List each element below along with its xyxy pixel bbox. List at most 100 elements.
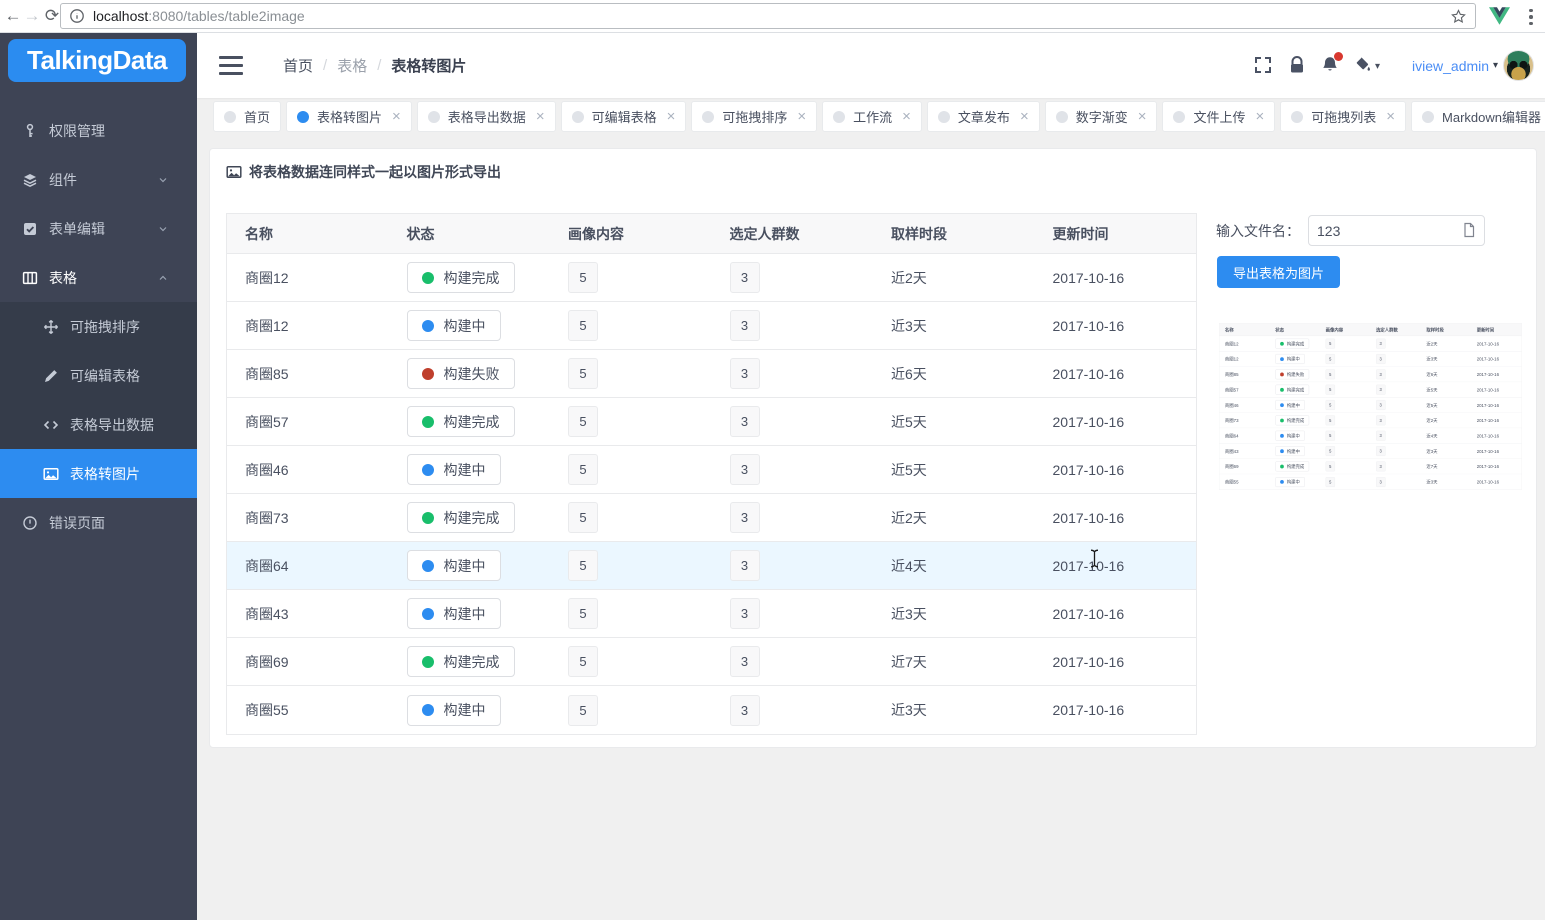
- cell-updated: 2017-10-16: [1052, 605, 1125, 622]
- sidebar-item-export-data[interactable]: 表格导出数据: [0, 400, 197, 449]
- table-row[interactable]: 商圈85 构建失败 5 3 近6天 2017-10-16: [227, 350, 1196, 398]
- status-label: 构建中: [443, 557, 486, 574]
- table-row: 商圈85 构建失败 5 3 近6天 2017-10-16: [1219, 366, 1522, 383]
- card-title-text: 将表格数据连同样式一起以图片形式导出: [249, 164, 501, 180]
- sidebar-item-drag-sort[interactable]: 可拖拽排序: [0, 302, 197, 351]
- filename-input[interactable]: [1308, 215, 1485, 246]
- browser-menu-icon[interactable]: [1524, 7, 1538, 27]
- username[interactable]: iview_admin: [1412, 58, 1489, 74]
- preview-mini-table: 名称 状态 画像内容 选定人群数 取样时段 更新时间 商圈12 构建完成 5 3 近2天 2017-1…: [1219, 323, 1522, 490]
- table-row[interactable]: 商圈12 构建中 5 3 近3天 2017-10-16: [227, 302, 1196, 350]
- status-badge: 构建失败: [1275, 369, 1309, 380]
- portrait-count-box: 5: [568, 406, 598, 437]
- tab-可拖拽列表[interactable]: 可拖拽列表 ×: [1280, 101, 1407, 132]
- portrait-count-box: 5: [568, 454, 598, 485]
- tab-表格导出数据[interactable]: 表格导出数据 ×: [416, 101, 556, 132]
- caret-down-icon[interactable]: ▾: [1493, 60, 1498, 71]
- cell-name: 商圈57: [1224, 387, 1239, 393]
- tab-可拖拽排序[interactable]: 可拖拽排序 ×: [691, 101, 818, 132]
- portrait-count-box: 5: [1325, 400, 1335, 410]
- lock-icon[interactable]: [1287, 55, 1307, 75]
- breadcrumb-home[interactable]: 首页: [283, 55, 313, 76]
- tab-文件上传[interactable]: 文件上传 ×: [1162, 101, 1276, 132]
- cell-status: 构建中: [1270, 476, 1320, 487]
- table-row[interactable]: 商圈73 构建完成 5 3 近2天 2017-10-16: [227, 494, 1196, 542]
- tab-close-icon[interactable]: ×: [392, 109, 401, 124]
- tab-可编辑表格[interactable]: 可编辑表格 ×: [560, 101, 687, 132]
- audience-count-box: 3: [1375, 430, 1386, 441]
- breadcrumb-tables[interactable]: 表格: [337, 55, 367, 76]
- audience-count-box: 3: [729, 598, 760, 629]
- tab-label: 首页: [244, 110, 271, 125]
- tab-label: 表格导出数据: [447, 110, 526, 125]
- tab-close-icon[interactable]: ×: [1020, 109, 1029, 124]
- bookmark-star-icon[interactable]: [1450, 8, 1467, 25]
- menu-toggle-icon[interactable]: [219, 56, 243, 75]
- tab-close-icon[interactable]: ×: [536, 109, 545, 124]
- tab-文章发布[interactable]: 文章发布 ×: [926, 101, 1040, 132]
- tab-close-icon[interactable]: ×: [667, 109, 676, 124]
- status-dot: [421, 704, 434, 716]
- portrait-count-box: 5: [1325, 415, 1335, 426]
- cell-portrait-count: 5: [550, 598, 712, 629]
- filename-field-row: 输入文件名：: [1216, 215, 1485, 246]
- status-dot: [421, 271, 434, 284]
- tab-表格转图片[interactable]: 表格转图片 ×: [286, 101, 412, 132]
- column-header: 取样时段: [891, 225, 947, 242]
- export-image-button[interactable]: 导出表格为图片: [1217, 256, 1341, 288]
- page-info-icon[interactable]: [69, 8, 85, 24]
- tab-close-icon[interactable]: ×: [902, 109, 911, 124]
- sidebar-item-error-page[interactable]: 错误页面: [0, 498, 197, 547]
- notification-bell-icon[interactable]: [1320, 52, 1343, 75]
- table-row[interactable]: 商圈57 构建完成 5 3 近5天 2017-10-16: [227, 398, 1196, 446]
- status-label: 构建中: [1286, 433, 1300, 439]
- status-badge: 构建中: [406, 550, 501, 581]
- cell-portrait-count: 5: [1320, 415, 1370, 426]
- sidebar-item-table2image[interactable]: 表格转图片: [0, 449, 197, 498]
- app-logo[interactable]: TalkingData: [8, 39, 186, 82]
- cell-audience-count: 3: [712, 406, 874, 437]
- cell-name: 商圈46: [245, 461, 289, 478]
- cell-period: 近2天: [891, 509, 927, 526]
- cell-audience-count: 3: [712, 550, 874, 581]
- tab-工作流[interactable]: 工作流 ×: [822, 101, 922, 132]
- sidebar-item-editable-table[interactable]: 可编辑表格: [0, 351, 197, 400]
- table-row[interactable]: 商圈12 构建完成 5 3 近2天 2017-10-16: [227, 254, 1196, 302]
- sidebar-item-auth[interactable]: 权限管理: [0, 106, 197, 155]
- cell-status: 构建中: [1270, 354, 1320, 364]
- table-row[interactable]: 商圈69 构建完成 5 3 近7天 2017-10-16: [227, 638, 1196, 686]
- tab-close-icon[interactable]: ×: [797, 109, 806, 124]
- tab-close-icon[interactable]: ×: [1256, 109, 1265, 124]
- tab-close-icon[interactable]: ×: [1386, 109, 1395, 124]
- fullscreen-icon[interactable]: [1253, 55, 1273, 75]
- cell-period: 近5天: [891, 413, 927, 430]
- cell-portrait-count: 5: [550, 646, 712, 677]
- status-dot: [421, 319, 434, 332]
- sidebar-item-components[interactable]: 组件: [0, 155, 197, 204]
- table-row[interactable]: 商圈55 构建中 5 3 近3天 2017-10-16: [227, 686, 1196, 734]
- image-icon: [226, 164, 242, 180]
- tab-Markdown编辑器[interactable]: Markdown编辑器×: [1411, 101, 1545, 132]
- avatar[interactable]: [1503, 50, 1534, 81]
- tab-首页[interactable]: 首页: [213, 101, 282, 132]
- vue-devtools-icon[interactable]: [1489, 7, 1510, 25]
- address-bar[interactable]: localhost:8080/tables/table2image: [60, 3, 1476, 29]
- audience-count-box: 3: [1375, 338, 1386, 349]
- theme-switch-icon[interactable]: ▾: [1353, 55, 1385, 75]
- tab-status-dot: [224, 110, 236, 123]
- table-row: 商圈43 构建中 5 3 近3天 2017-10-16: [1219, 443, 1522, 459]
- table-row[interactable]: 商圈43 构建中 5 3 近3天 2017-10-16: [227, 590, 1196, 638]
- cell-period: 近2天: [1426, 341, 1438, 347]
- image-icon: [43, 466, 59, 482]
- cell-audience-count: 3: [1370, 354, 1420, 364]
- sidebar-item-tables[interactable]: 表格: [0, 253, 197, 302]
- portrait-count-box: 5: [1325, 338, 1335, 349]
- table-row: 商圈55 构建中 5 3 近3天 2017-10-16: [1219, 474, 1522, 490]
- cell-portrait-count: 5: [550, 694, 712, 726]
- table-row[interactable]: 商圈46 构建中 5 3 近5天 2017-10-16: [227, 446, 1196, 494]
- table-row[interactable]: 商圈64 构建中 5 3 近4天 2017-10-16: [227, 542, 1196, 590]
- tab-数字渐变[interactable]: 数字渐变 ×: [1044, 101, 1158, 132]
- filename-label: 输入文件名：: [1216, 222, 1300, 239]
- sidebar-item-form-edit[interactable]: 表单编辑: [0, 204, 197, 253]
- tab-close-icon[interactable]: ×: [1138, 109, 1147, 124]
